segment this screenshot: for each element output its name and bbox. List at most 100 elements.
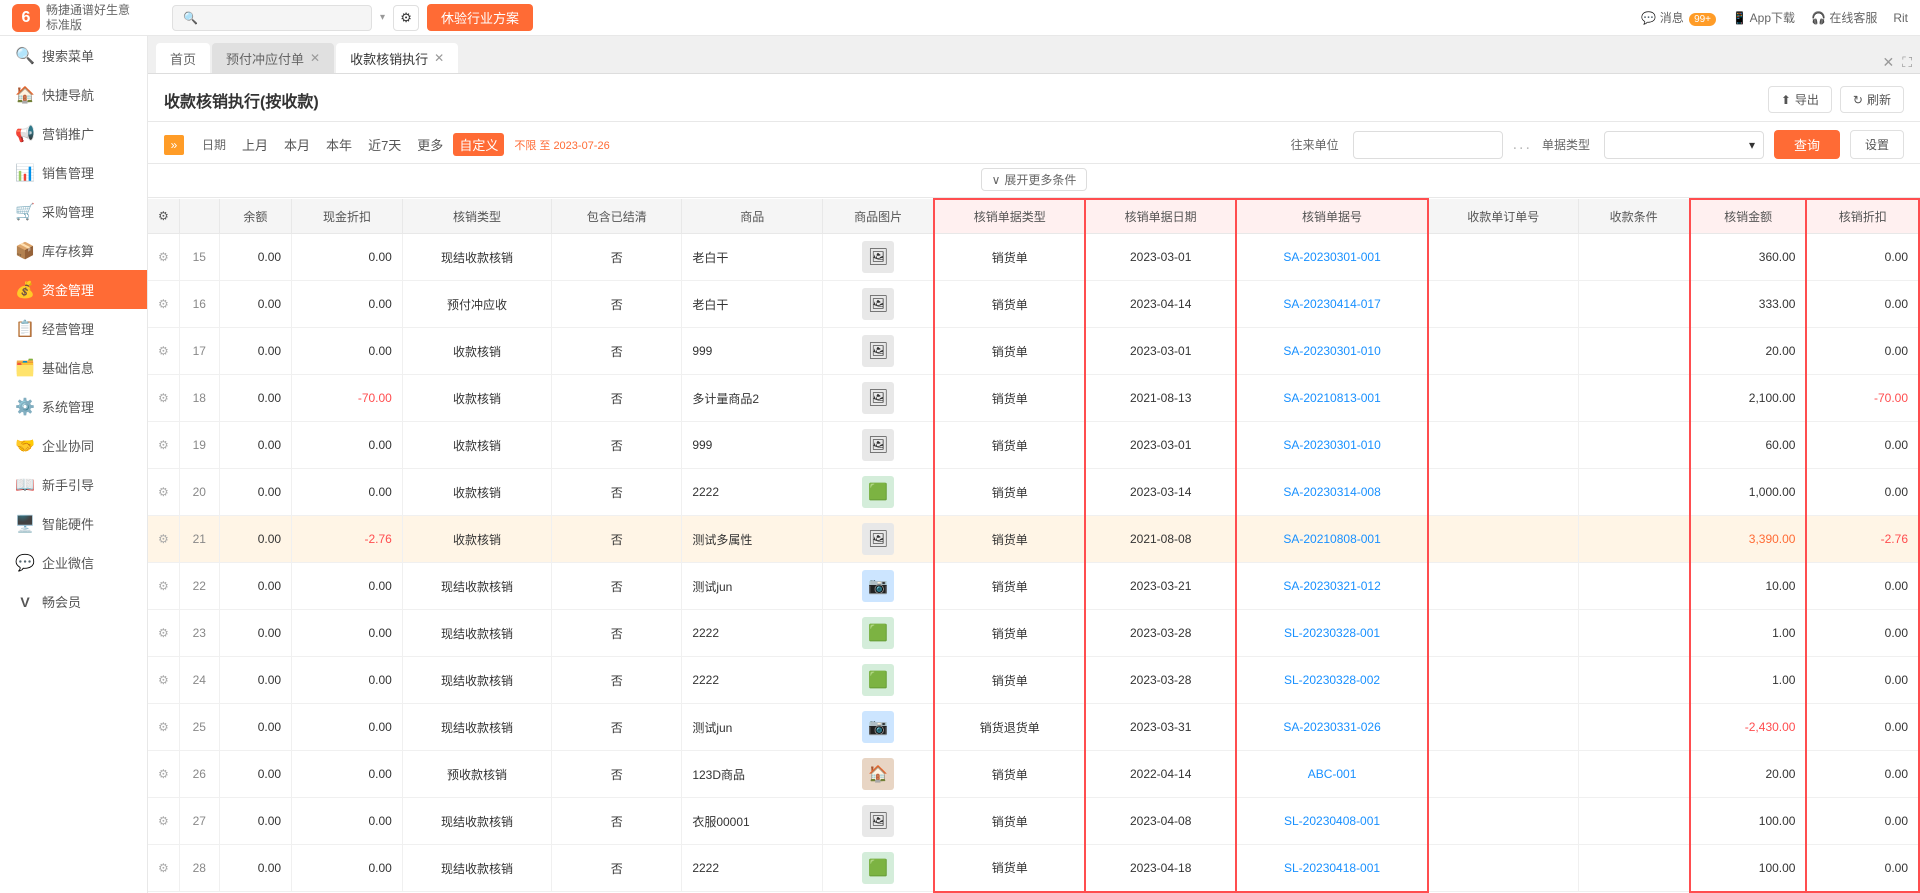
td-verify-bill-date: 2021-08-13	[1085, 375, 1236, 422]
row-settings-icon[interactable]: ⚙	[158, 297, 169, 311]
row-settings-icon[interactable]: ⚙	[158, 814, 169, 828]
bill-no-link[interactable]: SA-20230414-017	[1283, 297, 1380, 311]
td-settings[interactable]: ⚙	[148, 798, 179, 845]
app-download-link[interactable]: 📱 App下载	[1732, 9, 1795, 26]
td-verify-bill-date: 2023-03-21	[1085, 563, 1236, 610]
row-settings-icon[interactable]: ⚙	[158, 579, 169, 593]
messages-link[interactable]: 💬 消息 99+	[1641, 9, 1716, 26]
sidebar-item-quicknav[interactable]: 🏠 快捷导航	[0, 75, 147, 114]
td-settings[interactable]: ⚙	[148, 328, 179, 375]
row-settings-icon[interactable]: ⚙	[158, 673, 169, 687]
bill-no-link[interactable]: SA-20230301-010	[1283, 344, 1380, 358]
user-name[interactable]: Rit	[1893, 11, 1908, 25]
tab-close-all-icon[interactable]: ✕	[1882, 54, 1894, 71]
sidebar-item-wechat[interactable]: 💬 企业微信	[0, 543, 147, 582]
bill-no-link[interactable]: SA-20210808-001	[1283, 532, 1380, 546]
td-settings[interactable]: ⚙	[148, 281, 179, 328]
td-settings[interactable]: ⚙	[148, 234, 179, 281]
tab-receipt-close[interactable]: ✕	[434, 51, 444, 65]
td-included-settled: 否	[552, 328, 682, 375]
top-search-box[interactable]: 🔍	[172, 5, 372, 31]
row-settings-icon[interactable]: ⚙	[158, 720, 169, 734]
bill-no-link[interactable]: ABC-001	[1308, 767, 1357, 781]
query-button[interactable]: 查询	[1774, 130, 1840, 159]
date-btn-thismonth[interactable]: 本月	[278, 133, 316, 156]
row-settings-icon[interactable]: ⚙	[158, 767, 169, 781]
dropdown-arrow-icon[interactable]: ▾	[380, 12, 385, 23]
sidebar-item-capital[interactable]: 💰 资金管理	[0, 270, 147, 309]
row-settings-icon[interactable]: ⚙	[158, 861, 169, 875]
sidebar-item-operations[interactable]: 📋 经营管理	[0, 309, 147, 348]
row-settings-icon[interactable]: ⚙	[158, 485, 169, 499]
online-service-link[interactable]: 🎧 在线客服	[1811, 9, 1877, 26]
sidebar-item-hardware[interactable]: 🖥️ 智能硬件	[0, 504, 147, 543]
date-btn-7days[interactable]: 近7天	[362, 133, 407, 156]
tab-receipt[interactable]: 收款核销执行 ✕	[336, 43, 458, 73]
bill-no-link[interactable]: SA-20230301-001	[1283, 250, 1380, 264]
date-btn-custom[interactable]: 自定义	[453, 133, 504, 156]
td-settings[interactable]: ⚙	[148, 845, 179, 892]
row-settings-icon[interactable]: ⚙	[158, 532, 169, 546]
tab-prepay-close[interactable]: ✕	[310, 51, 320, 65]
table-container[interactable]: ⚙ 余额 现金折扣 核销类型 包含已结清 商品 商品图片 核销单据类型 核销单据…	[148, 198, 1920, 893]
sidebar-item-label: 新手引导	[42, 475, 94, 494]
row-settings-icon[interactable]: ⚙	[158, 626, 169, 640]
sidebar-item-system[interactable]: ⚙️ 系统管理	[0, 387, 147, 426]
tab-maximize-icon[interactable]: ⛶	[1902, 54, 1912, 71]
bill-no-link[interactable]: SA-20230331-026	[1283, 720, 1380, 734]
row-settings-icon[interactable]: ⚙	[158, 438, 169, 452]
bill-no-link[interactable]: SA-20230301-010	[1283, 438, 1380, 452]
tab-home[interactable]: 首页	[156, 43, 210, 73]
td-settings[interactable]: ⚙	[148, 375, 179, 422]
table-settings-button[interactable]: 设置	[1850, 130, 1904, 159]
td-receipt-order-no	[1428, 751, 1578, 798]
sidebar-item-inventory[interactable]: 📦 库存核算	[0, 231, 147, 270]
bill-no-link[interactable]: SA-20210813-001	[1283, 391, 1380, 405]
bill-no-link[interactable]: SA-20230321-012	[1283, 579, 1380, 593]
td-settings[interactable]: ⚙	[148, 516, 179, 563]
td-settings[interactable]: ⚙	[148, 657, 179, 704]
date-btn-lastmonth[interactable]: 上月	[236, 133, 274, 156]
sidebar-item-purchase[interactable]: 🛒 采购管理	[0, 192, 147, 231]
gear-button[interactable]: ⚙	[393, 5, 419, 31]
sidebar-item-guide[interactable]: 📖 新手引导	[0, 465, 147, 504]
bill-no-link[interactable]: SL-20230328-002	[1284, 673, 1380, 687]
bill-no-link[interactable]: SA-20230314-008	[1283, 485, 1380, 499]
tab-prepay[interactable]: 预付冲应付单 ✕	[212, 43, 334, 73]
row-settings-icon[interactable]: ⚙	[158, 391, 169, 405]
bill-type-select[interactable]: ▾	[1604, 131, 1764, 159]
td-settings[interactable]: ⚙	[148, 751, 179, 798]
td-settings[interactable]: ⚙	[148, 704, 179, 751]
top-bar-center: 🔍 ▾ ⚙ 休验行业方案	[172, 4, 1629, 31]
sidebar-item-enterprise[interactable]: 🤝 企业协同	[0, 426, 147, 465]
expand-arrow[interactable]: »	[164, 135, 184, 155]
td-settings[interactable]: ⚙	[148, 610, 179, 657]
bill-no-link[interactable]: SL-20230418-001	[1284, 861, 1380, 875]
date-btn-more[interactable]: 更多	[411, 133, 449, 156]
from-unit-input[interactable]	[1353, 131, 1503, 159]
row-settings-icon[interactable]: ⚙	[158, 344, 169, 358]
industry-button[interactable]: 休验行业方案	[427, 4, 533, 31]
sidebar-item-marketing[interactable]: 📢 营销推广	[0, 114, 147, 153]
bill-no-link[interactable]: SL-20230328-001	[1284, 626, 1380, 640]
td-settings[interactable]: ⚙	[148, 469, 179, 516]
td-verify-bill-date: 2023-04-18	[1085, 845, 1236, 892]
th-settings[interactable]: ⚙	[148, 199, 179, 234]
td-settings[interactable]: ⚙	[148, 563, 179, 610]
refresh-button[interactable]: ↻ 刷新	[1840, 86, 1904, 113]
date-btn-thisyear[interactable]: 本年	[320, 133, 358, 156]
sidebar-item-member[interactable]: V 畅会员	[0, 582, 147, 621]
sidebar-item-search[interactable]: 🔍 搜索菜单	[0, 36, 147, 75]
td-verify-amount: 333.00	[1690, 281, 1807, 328]
export-button[interactable]: ⬆ 导出	[1768, 86, 1832, 113]
sidebar-item-basic[interactable]: 🗂️ 基础信息	[0, 348, 147, 387]
td-verify-discount: 0.00	[1806, 328, 1919, 375]
th-balance: 余额	[219, 199, 291, 234]
td-cash-discount: 0.00	[292, 469, 403, 516]
td-balance: 0.00	[219, 657, 291, 704]
td-settings[interactable]: ⚙	[148, 422, 179, 469]
expand-conditions-btn[interactable]: ∨ 展开更多条件	[981, 168, 1088, 191]
row-settings-icon[interactable]: ⚙	[158, 250, 169, 264]
sidebar-item-sales[interactable]: 📊 销售管理	[0, 153, 147, 192]
bill-no-link[interactable]: SL-20230408-001	[1284, 814, 1380, 828]
